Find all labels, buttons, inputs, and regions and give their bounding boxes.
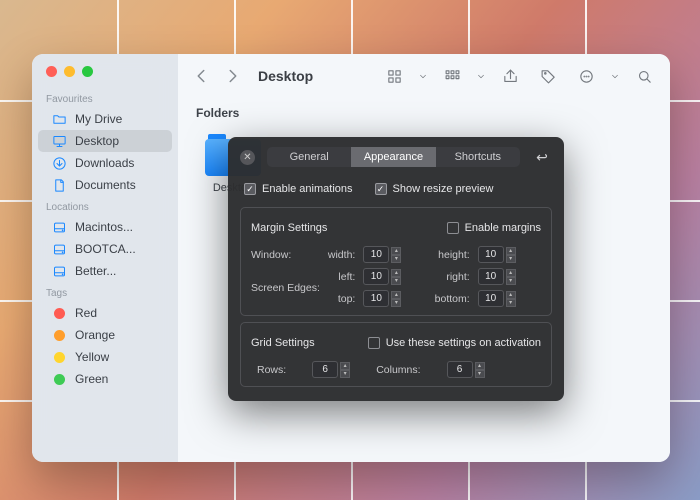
minimize-button[interactable] <box>64 66 75 77</box>
stepper-icon[interactable]: ▴▾ <box>506 247 516 263</box>
grid-columns-field[interactable]: ▴▾ <box>447 361 485 378</box>
settings-panel: ✕ GeneralAppearanceShortcuts ↩ Enable an… <box>228 137 564 401</box>
stepper-icon[interactable]: ▴▾ <box>506 269 516 285</box>
sidebar-item-desktop[interactable]: Desktop <box>38 130 172 152</box>
sidebar-item-label: Red <box>75 306 97 320</box>
grid-settings-title: Grid Settings <box>251 337 315 349</box>
sidebar-item-label: Yellow <box>75 350 109 364</box>
window-title: Desktop <box>258 68 313 84</box>
grid-rows-field[interactable]: ▴▾ <box>312 361 350 378</box>
stepper-icon[interactable]: ▴▾ <box>391 291 401 307</box>
checkbox-icon <box>447 222 459 234</box>
download-icon <box>52 156 67 171</box>
stepper-icon[interactable]: ▴▾ <box>391 269 401 285</box>
sidebar-item-label: My Drive <box>75 112 122 126</box>
sidebar-item-label: Desktop <box>75 134 119 148</box>
tab-general[interactable]: General <box>267 147 351 167</box>
checkbox-icon <box>375 183 387 195</box>
margin-width-field[interactable]: ▴▾ <box>363 246 426 263</box>
stepper-icon[interactable]: ▴▾ <box>506 291 516 307</box>
window-label: Window: <box>251 249 320 261</box>
sidebar-item-documents[interactable]: Documents <box>38 174 172 196</box>
disk-icon <box>52 264 67 279</box>
sidebar-section-header: Favourites <box>32 88 178 108</box>
tags-button[interactable] <box>534 64 562 88</box>
margin-settings-group: Margin Settings Enable margins Window: w… <box>240 207 552 316</box>
tag-dot-icon <box>52 328 67 343</box>
view-mode-button[interactable] <box>380 64 408 88</box>
share-button[interactable] <box>496 64 524 88</box>
sidebar-item-mydrive[interactable]: My Drive <box>38 108 172 130</box>
sidebar-section-header: Tags <box>32 282 178 302</box>
enable-animations-checkbox[interactable]: Enable animations <box>244 183 353 195</box>
chevron-down-icon[interactable] <box>418 64 428 88</box>
sidebar-item-label: Downloads <box>75 156 134 170</box>
sidebar-item-better[interactable]: Better... <box>38 260 172 282</box>
tab-shortcuts[interactable]: Shortcuts <box>436 147 520 167</box>
panel-close-button[interactable]: ✕ <box>240 150 255 165</box>
sidebar-item-macintos[interactable]: Macintos... <box>38 216 172 238</box>
margin-height-field[interactable]: ▴▾ <box>478 246 541 263</box>
sidebar-item-label: Macintos... <box>75 220 133 234</box>
checkbox-icon <box>244 183 256 195</box>
document-icon <box>52 178 67 193</box>
content-section-header: Folders <box>196 106 652 120</box>
panel-tabs: GeneralAppearanceShortcuts <box>267 147 520 167</box>
tag-dot-icon <box>52 372 67 387</box>
checkbox-icon <box>368 337 380 349</box>
finder-sidebar: Favourites My Drive Desktop Downloads Docume… <box>32 54 178 462</box>
group-button[interactable] <box>438 64 466 88</box>
sidebar-item-red[interactable]: Red <box>38 302 172 324</box>
tag-dot-icon <box>52 350 67 365</box>
disk-icon <box>52 220 67 235</box>
window-controls <box>32 66 178 88</box>
sidebar-item-orange[interactable]: Orange <box>38 324 172 346</box>
stepper-icon[interactable]: ▴▾ <box>475 362 485 378</box>
margin-bottom-field[interactable]: ▴▾ <box>478 290 541 307</box>
sidebar-section-header: Locations <box>32 196 178 216</box>
panel-back-button[interactable]: ↩ <box>532 149 552 165</box>
desktop-icon <box>52 134 67 149</box>
nav-back-button[interactable] <box>190 64 212 88</box>
sidebar-item-label: Documents <box>75 178 136 192</box>
chevron-down-icon[interactable] <box>610 64 620 88</box>
disk-icon <box>52 242 67 257</box>
sidebar-item-label: Better... <box>75 264 116 278</box>
search-button[interactable] <box>630 64 658 88</box>
margin-right-field[interactable]: ▴▾ <box>478 268 541 285</box>
stepper-icon[interactable]: ▴▾ <box>340 362 350 378</box>
action-menu-button[interactable] <box>572 64 600 88</box>
tab-appearance[interactable]: Appearance <box>351 147 435 167</box>
sidebar-item-yellow[interactable]: Yellow <box>38 346 172 368</box>
finder-toolbar: Desktop <box>178 54 670 98</box>
sidebar-item-green[interactable]: Green <box>38 368 172 390</box>
chevron-down-icon[interactable] <box>476 64 486 88</box>
zoom-button[interactable] <box>82 66 93 77</box>
close-button[interactable] <box>46 66 57 77</box>
margin-left-field[interactable]: ▴▾ <box>363 268 426 285</box>
nav-forward-button[interactable] <box>222 64 244 88</box>
folder-icon <box>52 112 67 127</box>
show-resize-preview-checkbox[interactable]: Show resize preview <box>375 183 494 195</box>
margin-top-field[interactable]: ▴▾ <box>363 290 426 307</box>
enable-margins-checkbox[interactable]: Enable margins <box>447 222 541 234</box>
tag-dot-icon <box>52 306 67 321</box>
sidebar-item-label: Green <box>75 372 108 386</box>
grid-settings-group: Grid Settings Use these settings on acti… <box>240 322 552 387</box>
stepper-icon[interactable]: ▴▾ <box>391 247 401 263</box>
sidebar-item-label: Orange <box>75 328 115 342</box>
screen-edges-label: Screen Edges: <box>251 282 320 294</box>
use-on-activation-checkbox[interactable]: Use these settings on activation <box>368 337 541 349</box>
sidebar-item-bootca[interactable]: BOOTCA... <box>38 238 172 260</box>
sidebar-item-label: BOOTCA... <box>75 242 136 256</box>
margin-settings-title: Margin Settings <box>251 222 327 234</box>
sidebar-item-downloads[interactable]: Downloads <box>38 152 172 174</box>
